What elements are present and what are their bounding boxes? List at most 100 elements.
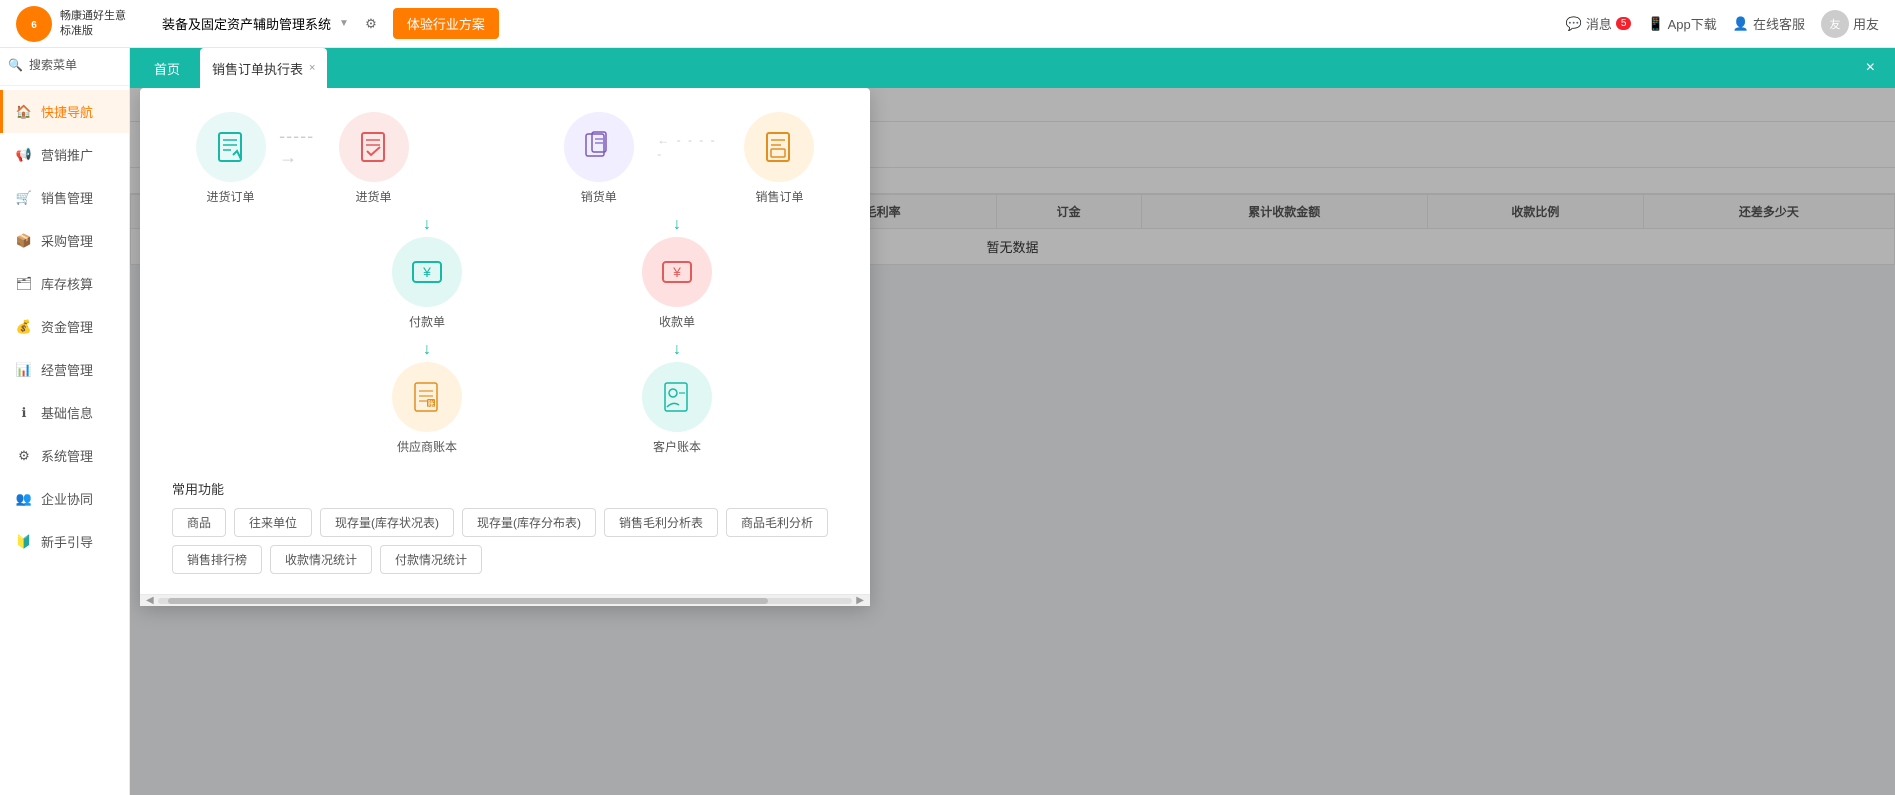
system-title: 装备及固定资产辅助管理系统 ▼ ⚙ 体验行业方案 — [146, 8, 1566, 39]
user-avatar: 友 — [1821, 10, 1849, 38]
scroll-right-arrow[interactable]: ▶ — [852, 595, 868, 606]
purchase-icon: 📦 — [15, 233, 33, 249]
common-btn-receipt-stats[interactable]: 收款情况统计 — [270, 545, 372, 574]
flow-row-3: 账 供应商账本 — [302, 362, 838, 455]
modal: 进货订单 - - - - - → — [140, 88, 870, 606]
gear-icon[interactable]: ⚙ — [357, 10, 385, 38]
sales-order-circle[interactable] — [744, 112, 814, 182]
common-btn-sales-rank[interactable]: 销售排行榜 — [172, 545, 262, 574]
sales-order-item: 销售订单 — [721, 112, 838, 205]
dropdown-icon[interactable]: ▼ — [339, 18, 349, 29]
sidebar-item-finance[interactable]: 💰 资金管理 — [0, 305, 129, 348]
sales-bill-item: 销货单 — [540, 112, 657, 205]
supplier-ledger-label: 供应商账本 — [397, 438, 457, 455]
tab-sales-order[interactable]: 销售订单执行表 × — [200, 48, 327, 88]
payment-item: ¥ 付款单 — [362, 237, 492, 330]
common-btn-goods-profit[interactable]: 商品毛利分析 — [726, 508, 828, 537]
finance-icon: 💰 — [15, 319, 33, 335]
sales-bill-label: 销货单 — [581, 188, 617, 205]
svg-text:¥: ¥ — [422, 264, 431, 280]
main-content: ❓ 帮助 🖨 按模板打印 ▼ ↗ 导出 ↻ 刷新 — [130, 88, 1895, 795]
sidebar-item-newbie[interactable]: 🔰 新手引导 — [0, 520, 129, 563]
common-buttons-row-2: 销售排行榜 收款情况统计 付款情况统计 — [172, 545, 838, 574]
inventory-icon: 🗂 — [15, 276, 33, 292]
user-item[interactable]: 友 用友 — [1821, 10, 1879, 38]
sales-icon: 🛒 — [15, 190, 33, 206]
system-name: 装备及固定资产辅助管理系统 — [162, 14, 331, 33]
customer-ledger-label: 客户账本 — [653, 438, 701, 455]
purchase-order-circle[interactable] — [196, 112, 266, 182]
top-right: 💬 消息 5 📱 App下载 👤 在线客服 友 用友 — [1566, 10, 1879, 38]
scrollbar-track[interactable] — [158, 598, 853, 604]
overlay[interactable]: 进货订单 - - - - - → — [130, 88, 1895, 795]
enterprise-icon: 👥 — [15, 491, 33, 507]
sidebar-item-enterprise[interactable]: 👥 企业协同 — [0, 477, 129, 520]
common-btn-goods[interactable]: 商品 — [172, 508, 226, 537]
sales-bill-circle[interactable] — [564, 112, 634, 182]
common-title: 常用功能 — [172, 479, 838, 498]
scroll-left-arrow[interactable]: ◀ — [142, 595, 158, 606]
sidebar-item-operations[interactable]: 📊 经营管理 — [0, 348, 129, 391]
message-item[interactable]: 💬 消息 5 — [1566, 14, 1632, 33]
arrow-sales-dashed: ← - - - - - — [657, 133, 721, 161]
payment-label: 付款单 — [409, 313, 445, 330]
common-btn-stock-dist[interactable]: 现存量(库存分布表) — [462, 508, 596, 537]
logo-text: 畅康通好生意 标准版 — [60, 9, 126, 38]
sidebar-item-marketing[interactable]: 📢 营销推广 — [0, 133, 129, 176]
quick-nav-icon: 🏠 — [15, 104, 33, 120]
flow-row-2: ¥ 付款单 — [302, 237, 838, 330]
tab-home[interactable]: 首页 — [138, 48, 196, 88]
purchase-order-label: 进货订单 — [207, 188, 255, 205]
service-icon: 👤 — [1733, 16, 1749, 32]
bottom-scrollbar[interactable]: ◀ ▶ — [140, 594, 870, 606]
tab-close-icon[interactable]: × — [309, 62, 315, 74]
common-btn-stock-status[interactable]: 现存量(库存状况表) — [320, 508, 454, 537]
sidebar-item-sales[interactable]: 🛒 销售管理 — [0, 176, 129, 219]
system-icon: ⚙ — [15, 448, 33, 464]
download-icon: 📱 — [1647, 16, 1663, 32]
operations-icon: 📊 — [15, 362, 33, 378]
content-area: 首页 销售订单执行表 × × ❓ 帮助 🖨 按模板打印 — [130, 48, 1895, 795]
content-close-button[interactable]: × — [1854, 59, 1887, 77]
sidebar-item-purchase[interactable]: 📦 采购管理 — [0, 219, 129, 262]
tab-bar: 首页 销售订单执行表 × × — [130, 48, 1895, 88]
flow-section: 进货订单 - - - - - → — [172, 112, 838, 463]
receipt-item: ¥ 收款单 — [612, 237, 742, 330]
trial-button[interactable]: 体验行业方案 — [393, 8, 499, 39]
receipt-label: 收款单 — [659, 313, 695, 330]
newbie-icon: 🔰 — [15, 534, 33, 550]
svg-text:¥: ¥ — [672, 264, 681, 280]
sales-order-label: 销售订单 — [755, 188, 803, 205]
customer-ledger-circle[interactable] — [642, 362, 712, 432]
modal-content: 进货订单 - - - - - → — [140, 88, 870, 594]
sidebar-item-inventory[interactable]: 🗂 库存核算 — [0, 262, 129, 305]
basic-icon: ℹ — [15, 405, 33, 421]
arrow-down-purchase: ↓ — [423, 217, 431, 233]
online-service-item[interactable]: 👤 在线客服 — [1733, 14, 1805, 33]
scrollbar-thumb[interactable] — [168, 598, 768, 604]
customer-ledger-item: 客户账本 — [612, 362, 742, 455]
svg-text:6: 6 — [31, 20, 37, 31]
sidebar-divider — [0, 85, 129, 86]
message-badge: 5 — [1616, 17, 1632, 30]
sidebar: 🔍 搜索菜单 🏠 快捷导航 📢 营销推广 🛒 销售管理 📦 采购管理 🗂 — [0, 48, 130, 795]
app-container: 6 畅康通好生意 标准版 装备及固定资产辅助管理系统 ▼ ⚙ 体验行业方案 💬 … — [0, 0, 1895, 795]
marketing-icon: 📢 — [15, 147, 33, 163]
purchase-bill-label: 进货单 — [356, 188, 392, 205]
common-btn-sales-profit[interactable]: 销售毛利分析表 — [604, 508, 718, 537]
sidebar-item-basic[interactable]: ℹ 基础信息 — [0, 391, 129, 434]
common-btn-partner[interactable]: 往来单位 — [234, 508, 312, 537]
arrow-down-receipt: ↓ — [673, 342, 681, 358]
purchase-order-item: 进货订单 — [172, 112, 289, 205]
receipt-circle[interactable]: ¥ — [642, 237, 712, 307]
main-area: 🔍 搜索菜单 🏠 快捷导航 📢 营销推广 🛒 销售管理 📦 采购管理 🗂 — [0, 48, 1895, 795]
common-btn-payment-stats[interactable]: 付款情况统计 — [380, 545, 482, 574]
supplier-ledger-circle[interactable]: 账 — [392, 362, 462, 432]
app-download-item[interactable]: 📱 App下载 — [1647, 14, 1716, 33]
purchase-bill-circle[interactable] — [339, 112, 409, 182]
sidebar-search[interactable]: 🔍 搜索菜单 — [0, 48, 129, 81]
sidebar-item-quick-nav[interactable]: 🏠 快捷导航 — [0, 90, 129, 133]
sidebar-item-system[interactable]: ⚙ 系统管理 — [0, 434, 129, 477]
logo-area: 6 畅康通好生意 标准版 — [16, 6, 146, 42]
payment-circle[interactable]: ¥ — [392, 237, 462, 307]
